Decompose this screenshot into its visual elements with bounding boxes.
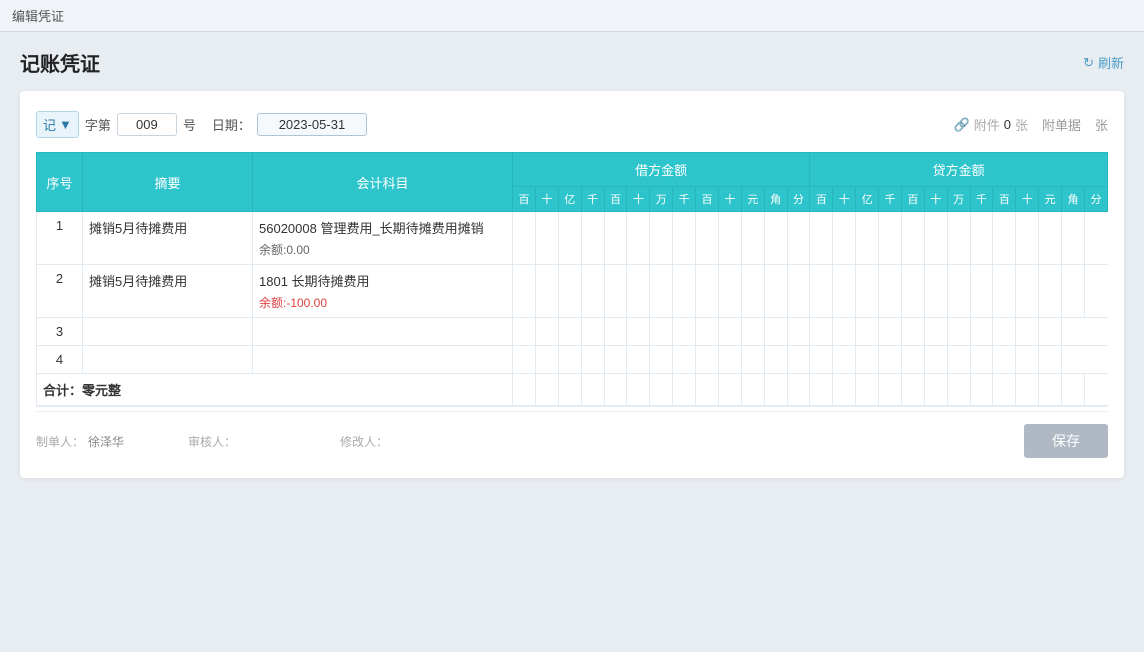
account-cell-1[interactable]: 56020008 管理费用_长期待摊费用摊销 余额:0.00 (253, 212, 513, 265)
modifier-field: 修改人： (340, 433, 452, 450)
refresh-icon: ↻ (1083, 55, 1094, 71)
debit-shi3: 十 (718, 187, 741, 212)
voucher-card: 记 ▼ 字第 号 日期： 🔗 附件 0 张 附单据 张 (20, 91, 1124, 478)
zhang-label: 张 (1095, 115, 1108, 134)
creator-label: 制单人： (36, 433, 84, 450)
subtotal-label: 合计： (43, 383, 82, 398)
col-header-summary: 摘要 (83, 153, 253, 212)
debit-yi: 亿 (558, 187, 581, 212)
credit-yuan: 元 (1039, 187, 1062, 212)
date-group: 日期： (212, 113, 367, 136)
type-value: 记 (43, 115, 56, 134)
credit-bai3: 百 (993, 187, 1016, 212)
balance-1: 余额:0.00 (259, 241, 506, 258)
debit-wan: 万 (650, 187, 673, 212)
debit-jiao: 角 (764, 187, 787, 212)
credit-jiao: 角 (1062, 187, 1085, 212)
modifier-label: 修改人： (340, 433, 388, 450)
debit-shi2: 十 (627, 187, 650, 212)
creator-value: 徐泽华 (88, 433, 148, 450)
credit-bai2: 百 (901, 187, 924, 212)
debit-bai1: 百 (513, 187, 536, 212)
summary-cell-1[interactable]: 摊销5月待摊费用 (83, 212, 253, 265)
credit-qian1: 千 (879, 187, 902, 212)
credit-shi1: 十 (833, 187, 856, 212)
debit-qian2: 千 (673, 187, 696, 212)
type-dropdown[interactable]: 记 ▼ (36, 111, 79, 138)
col-header-credit: 贷方金额 (810, 153, 1108, 187)
seq-cell: 2 (37, 265, 83, 318)
debit-bai2: 百 (604, 187, 627, 212)
table-row: 3 (37, 318, 1108, 346)
account-cell-2[interactable]: 1801 长期待摊费用 余额:-100.00 (253, 265, 513, 318)
zi-label: 字第 (85, 115, 111, 134)
attachment-link[interactable]: 🔗 附件 0 张 (954, 115, 1028, 134)
subtotal-row: 合计：零元整 (37, 374, 1108, 406)
col-header-seq: 序号 (37, 153, 83, 212)
credit-shi2: 十 (924, 187, 947, 212)
summary-cell-3[interactable] (83, 318, 253, 346)
page-header: 记账凭证 ↻ 刷新 (20, 48, 1124, 77)
col-header-debit: 借方金额 (513, 153, 810, 187)
voucher-number-input[interactable] (117, 113, 177, 136)
attachment-count: 0 (1004, 117, 1011, 132)
refresh-label: 刷新 (1098, 53, 1124, 72)
summary-cell-2[interactable]: 摊销5月待摊费用 (83, 265, 253, 318)
date-label: 日期： (212, 115, 251, 134)
credit-qian2: 千 (970, 187, 993, 212)
reviewer-value (240, 433, 300, 450)
debit-yuan: 元 (741, 187, 764, 212)
seq-cell: 3 (37, 318, 83, 346)
account-name-2: 1801 长期待摊费用 (259, 271, 506, 290)
credit-yi: 亿 (856, 187, 879, 212)
save-button[interactable]: 保存 (1024, 424, 1108, 458)
modifier-value (392, 433, 452, 450)
refresh-button[interactable]: ↻ 刷新 (1083, 53, 1124, 72)
account-name-1: 56020008 管理费用_长期待摊费用摊销 (259, 218, 506, 237)
summary-cell-4[interactable] (83, 346, 253, 374)
seq-cell: 1 (37, 212, 83, 265)
seq-cell: 4 (37, 346, 83, 374)
col-header-account: 会计科目 (253, 153, 513, 212)
credit-fen: 分 (1084, 187, 1107, 212)
main-area: 记账凭证 ↻ 刷新 记 ▼ 字第 号 日期： 🔗 (0, 32, 1144, 652)
subtotal-cell: 合计：零元整 (37, 374, 513, 406)
debit-fen: 分 (787, 187, 810, 212)
balance-2: 余额:-100.00 (259, 294, 506, 311)
type-group: 记 ▼ 字第 号 (36, 111, 196, 138)
date-input[interactable] (257, 113, 367, 136)
account-cell-4[interactable] (253, 346, 513, 374)
credit-shi3: 十 (1016, 187, 1039, 212)
debit-shi1: 十 (535, 187, 558, 212)
attachment-label: 附件 (974, 115, 1000, 134)
reviewer-field: 审核人： (188, 433, 300, 450)
dropdown-arrow-icon: ▼ (59, 117, 72, 132)
hao-label: 号 (183, 115, 196, 134)
window-title: 编辑凭证 (12, 6, 64, 25)
table-row: 4 (37, 346, 1108, 374)
table-row: 1 摊销5月待摊费用 56020008 管理费用_长期待摊费用摊销 余额:0.0… (37, 212, 1108, 265)
account-cell-3[interactable] (253, 318, 513, 346)
voucher-meta-row: 记 ▼ 字第 号 日期： 🔗 附件 0 张 附单据 张 (36, 111, 1108, 138)
separator (36, 406, 1108, 407)
subtotal-value: 零元整 (82, 383, 121, 398)
creator-field: 制单人： 徐泽华 (36, 433, 148, 450)
attachment-area: 🔗 附件 0 张 附单据 张 (954, 115, 1108, 134)
reviewer-label: 审核人： (188, 433, 236, 450)
table-row: 2 摊销5月待摊费用 1801 长期待摊费用 余额:-100.00 (37, 265, 1108, 318)
page-title: 记账凭证 (20, 48, 100, 77)
footer-row: 制单人： 徐泽华 审核人： 修改人： 保存 (36, 411, 1108, 462)
credit-bai1: 百 (810, 187, 833, 212)
debit-qian1: 千 (581, 187, 604, 212)
window-title-bar: 编辑凭证 (0, 0, 1144, 32)
single-label: 附单据 (1042, 115, 1081, 134)
paperclip-icon: 🔗 (954, 117, 970, 133)
credit-wan: 万 (947, 187, 970, 212)
attachment-unit: 张 (1015, 115, 1028, 134)
debit-bai3: 百 (696, 187, 719, 212)
voucher-table: 序号 摘要 会计科目 借方金额 贷方金额 百 十 亿 千 百 十 万 千 百 十 (36, 152, 1108, 406)
